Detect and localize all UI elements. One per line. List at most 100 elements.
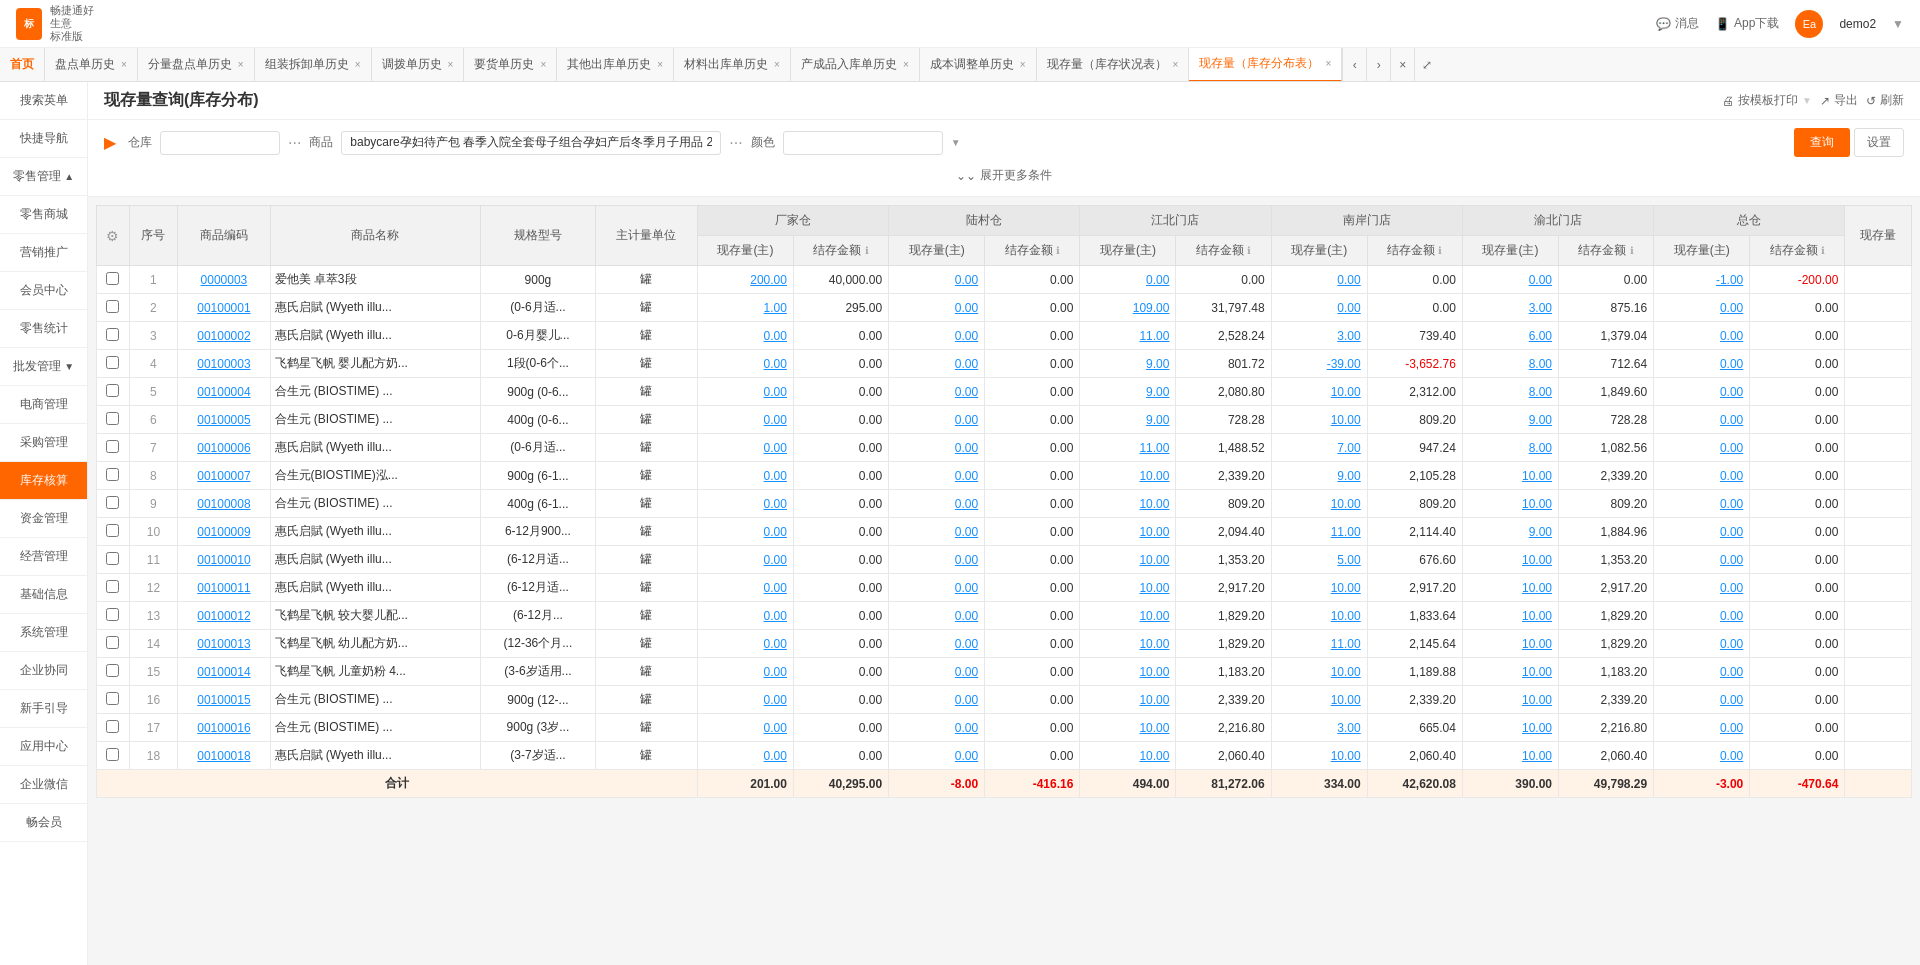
row-w3-qty[interactable]: 0.00 <box>1080 266 1176 294</box>
row-w2-qty[interactable]: 0.00 <box>889 546 985 574</box>
row-checkbox[interactable] <box>97 294 130 322</box>
row-w4-qty[interactable]: 11.00 <box>1271 518 1367 546</box>
row-w5-qty[interactable]: 10.00 <box>1462 714 1558 742</box>
row-total-qty[interactable]: 0.00 <box>1654 742 1750 770</box>
row-w3-qty[interactable]: 9.00 <box>1080 406 1176 434</box>
row-w1-qty[interactable]: 200.00 <box>697 266 793 294</box>
row-code[interactable]: 00100013 <box>178 630 270 658</box>
row-total-qty[interactable]: 0.00 <box>1654 462 1750 490</box>
row-w4-qty[interactable]: 0.00 <box>1271 294 1367 322</box>
row-w4-qty[interactable]: 10.00 <box>1271 686 1367 714</box>
row-w1-qty[interactable]: 1.00 <box>697 294 793 322</box>
row-w4-qty[interactable]: 10.00 <box>1271 574 1367 602</box>
row-w5-qty[interactable]: 10.00 <box>1462 462 1558 490</box>
row-total-qty[interactable]: 0.00 <box>1654 294 1750 322</box>
info-icon-1[interactable]: ℹ <box>865 245 869 256</box>
tab-stock_dist[interactable]: 现存量（库存分布表）× <box>1189 48 1342 82</box>
row-total-qty[interactable]: 0.00 <box>1654 602 1750 630</box>
info-icon-2[interactable]: ℹ <box>1056 245 1060 256</box>
row-w2-qty[interactable]: 0.00 <box>889 686 985 714</box>
sidebar-item-retail_stat[interactable]: 零售统计 <box>0 310 87 348</box>
row-checkbox[interactable] <box>97 602 130 630</box>
info-icon-5[interactable]: ℹ <box>1630 245 1634 256</box>
row-checkbox[interactable] <box>97 658 130 686</box>
sidebar-item-vip[interactable]: 畅会员 <box>0 804 87 842</box>
tab-point[interactable]: 盘点单历史× <box>45 48 138 82</box>
row-w1-qty[interactable]: 0.00 <box>697 490 793 518</box>
username-label[interactable]: demo2 <box>1839 17 1876 31</box>
row-code[interactable]: 0000003 <box>178 266 270 294</box>
row-w5-qty[interactable]: 8.00 <box>1462 350 1558 378</box>
row-total-qty[interactable]: 0.00 <box>1654 322 1750 350</box>
tab-stock_status[interactable]: 现存量（库存状况表）× <box>1037 48 1190 82</box>
row-w3-qty[interactable]: 10.00 <box>1080 714 1176 742</box>
row-checkbox[interactable] <box>97 574 130 602</box>
row-w5-qty[interactable]: 10.00 <box>1462 686 1558 714</box>
tab-close-adjust[interactable]: × <box>448 59 454 70</box>
row-checkbox[interactable] <box>97 322 130 350</box>
row-checkbox[interactable] <box>97 490 130 518</box>
row-w4-qty[interactable]: 10.00 <box>1271 602 1367 630</box>
row-check[interactable] <box>106 328 119 341</box>
goods-input[interactable] <box>341 131 721 155</box>
row-w3-qty[interactable]: 10.00 <box>1080 658 1176 686</box>
sidebar-item-marketing[interactable]: 营销推广 <box>0 234 87 272</box>
tab-requisition[interactable]: 要货单历史× <box>464 48 557 82</box>
row-checkbox[interactable] <box>97 546 130 574</box>
sidebar-item-system[interactable]: 系统管理 <box>0 614 87 652</box>
row-w1-qty[interactable]: 0.00 <box>697 406 793 434</box>
row-w3-qty[interactable]: 10.00 <box>1080 546 1176 574</box>
row-code[interactable]: 00100003 <box>178 350 270 378</box>
warehouse-input[interactable] <box>160 131 280 155</box>
tab-close-cost_adjust[interactable]: × <box>1020 59 1026 70</box>
row-w1-qty[interactable]: 0.00 <box>697 574 793 602</box>
row-checkbox[interactable] <box>97 686 130 714</box>
row-total-qty[interactable]: 0.00 <box>1654 518 1750 546</box>
row-w5-qty[interactable]: 0.00 <box>1462 266 1558 294</box>
row-w3-qty[interactable]: 10.00 <box>1080 742 1176 770</box>
row-checkbox[interactable] <box>97 434 130 462</box>
info-icon-3[interactable]: ℹ <box>1247 245 1251 256</box>
row-total-qty[interactable]: 0.00 <box>1654 574 1750 602</box>
row-code[interactable]: 00100006 <box>178 434 270 462</box>
tab-combo[interactable]: 组装拆卸单历史× <box>255 48 372 82</box>
query-button[interactable]: 查询 <box>1794 128 1850 157</box>
tab-prev[interactable]: ‹ <box>1342 48 1366 82</box>
row-w4-qty[interactable]: 9.00 <box>1271 462 1367 490</box>
row-total-qty[interactable]: 0.00 <box>1654 714 1750 742</box>
sidebar-item-retail[interactable]: 零售管理 ▲ <box>0 158 87 196</box>
row-w1-qty[interactable]: 0.00 <box>697 602 793 630</box>
sidebar-item-basic[interactable]: 基础信息 <box>0 576 87 614</box>
tab-fpoint[interactable]: 分量盘点单历史× <box>138 48 255 82</box>
row-check[interactable] <box>106 552 119 565</box>
row-check[interactable] <box>106 636 119 649</box>
row-w1-qty[interactable]: 0.00 <box>697 630 793 658</box>
row-w3-qty[interactable]: 10.00 <box>1080 574 1176 602</box>
row-code[interactable]: 00100016 <box>178 714 270 742</box>
row-w3-qty[interactable]: 10.00 <box>1080 490 1176 518</box>
row-code[interactable]: 00100008 <box>178 490 270 518</box>
tab-close-material_out[interactable]: × <box>774 59 780 70</box>
row-check[interactable] <box>106 272 119 285</box>
row-code[interactable]: 00100002 <box>178 322 270 350</box>
row-w1-qty[interactable]: 0.00 <box>697 686 793 714</box>
row-code[interactable]: 00100005 <box>178 406 270 434</box>
tab-close-all[interactable]: × <box>1390 48 1414 82</box>
expand-more-btn[interactable]: ⌄⌄ 展开更多条件 <box>108 167 1900 184</box>
row-check[interactable] <box>106 580 119 593</box>
row-w1-qty[interactable]: 0.00 <box>697 742 793 770</box>
row-w4-qty[interactable]: 10.00 <box>1271 490 1367 518</box>
row-w2-qty[interactable]: 0.00 <box>889 658 985 686</box>
row-w3-qty[interactable]: 9.00 <box>1080 350 1176 378</box>
row-total-qty[interactable]: 0.00 <box>1654 378 1750 406</box>
row-code[interactable]: 00100014 <box>178 658 270 686</box>
setting-button[interactable]: 设置 <box>1854 128 1904 157</box>
row-checkbox[interactable] <box>97 378 130 406</box>
sidebar-item-collab[interactable]: 企业协同 <box>0 652 87 690</box>
row-w4-qty[interactable]: 3.00 <box>1271 714 1367 742</box>
tab-product_in[interactable]: 产成品入库单历史× <box>791 48 920 82</box>
row-w1-qty[interactable]: 0.00 <box>697 546 793 574</box>
row-check[interactable] <box>106 608 119 621</box>
row-w4-qty[interactable]: 11.00 <box>1271 630 1367 658</box>
tab-next[interactable]: › <box>1366 48 1390 82</box>
